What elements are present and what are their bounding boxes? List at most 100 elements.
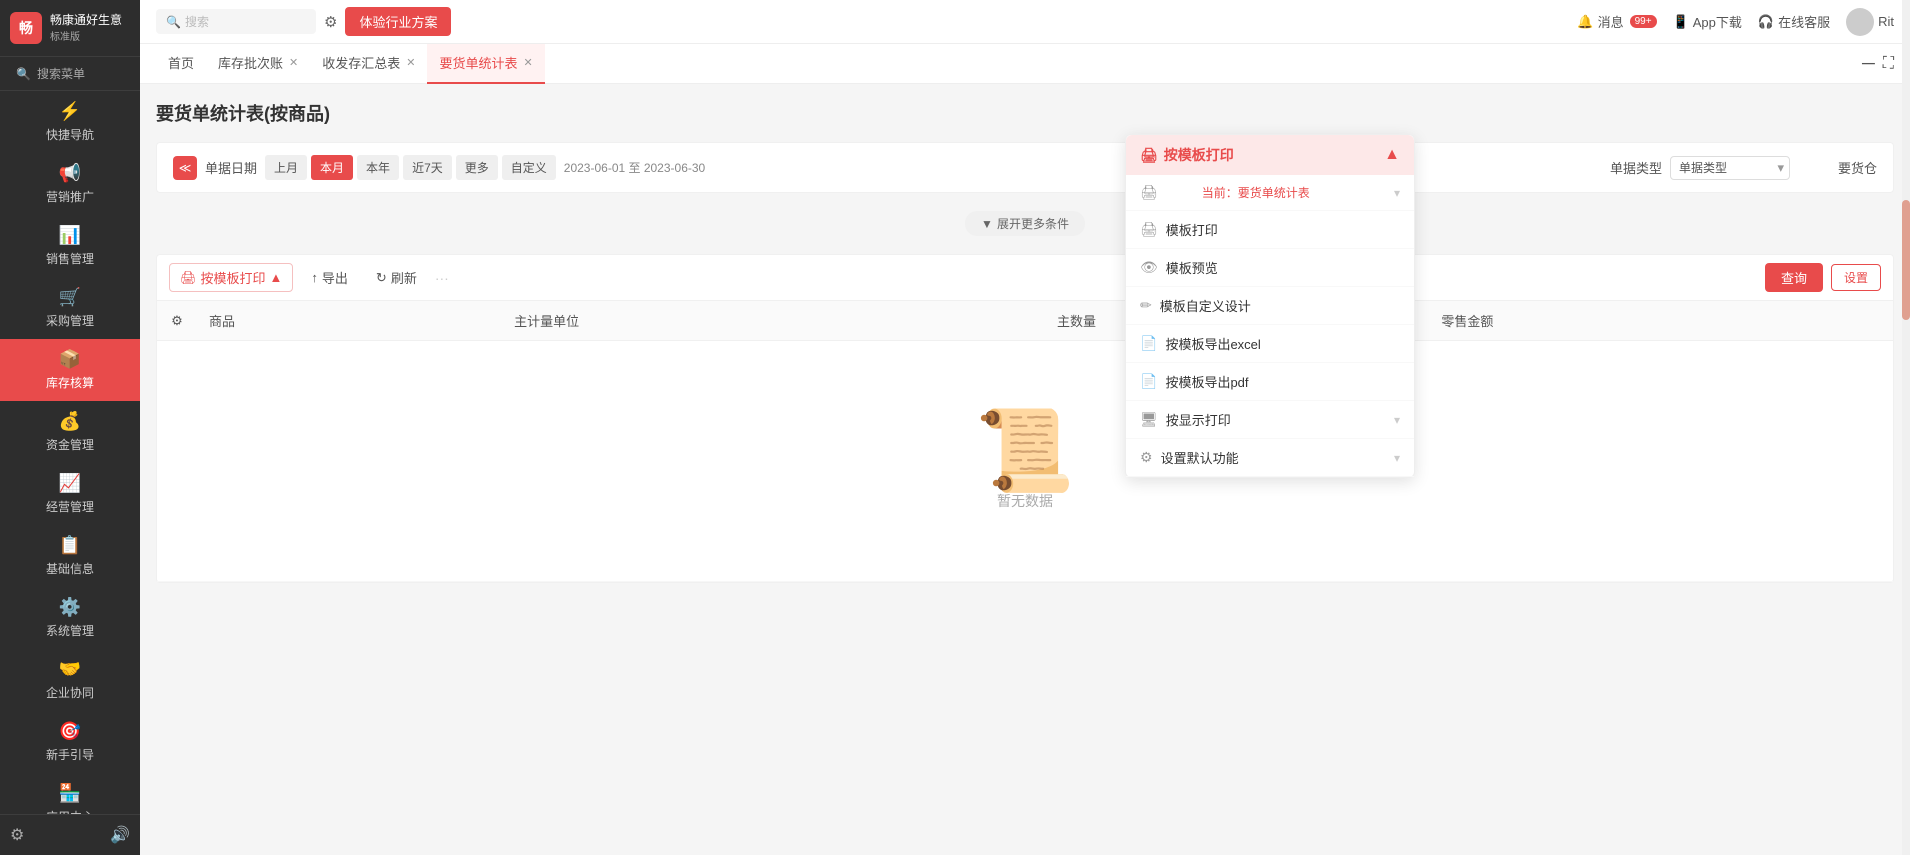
refresh-btn[interactable]: ↻ 刷新 <box>366 264 427 291</box>
sidebar-item-quick-nav[interactable]: ⚡ 快捷导航 <box>0 91 140 153</box>
app-download-item[interactable]: 📱 App下载 <box>1673 12 1742 31</box>
tab-home[interactable]: 首页 <box>156 44 206 84</box>
filter-more-btn[interactable]: 更多 <box>456 155 498 180</box>
display-print-arrow: ▾ <box>1394 413 1400 427</box>
query-btn[interactable]: 查询 <box>1765 263 1823 292</box>
user-avatar <box>1846 8 1874 36</box>
trial-btn[interactable]: 体验行业方案 <box>345 7 451 36</box>
notification-item[interactable]: 🔔 消息 99+ <box>1577 12 1656 31</box>
dropdown-template-print[interactable]: 🖨 模板打印 <box>1126 211 1414 249</box>
scrollbar-thumb[interactable] <box>1902 200 1910 320</box>
tab-inventory-batch-close[interactable]: ✕ <box>289 56 298 69</box>
th-retail: 零售金额 <box>1429 301 1893 341</box>
sidebar-item-operations[interactable]: 📈 经营管理 <box>0 463 140 525</box>
tab-order-stats-close[interactable]: ✕ <box>524 56 533 69</box>
settings-btn[interactable]: 设置 <box>1831 264 1881 291</box>
page-title: 要货单统计表(按商品) <box>156 100 1894 126</box>
refresh-btn-label: 刷新 <box>391 268 417 287</box>
marketing-icon: 📢 <box>59 163 81 184</box>
dropdown-template-custom[interactable]: ✏ 模板自定义设计 <box>1126 287 1414 325</box>
logo-abbr: 畅 <box>19 18 33 38</box>
user-item[interactable]: Rit <box>1846 8 1894 36</box>
dropdown-set-default[interactable]: ⚙ 设置默认功能 ▾ <box>1126 439 1414 477</box>
tab-collection-summary-close[interactable]: ✕ <box>406 56 415 69</box>
set-default-icon: ⚙ <box>1140 449 1153 466</box>
more-actions-icon[interactable]: ··· <box>435 270 449 286</box>
logo-text-group: 畅康通好生意 标准版 <box>50 13 122 44</box>
export-icon: ↑ <box>311 270 318 285</box>
filter-last7days-btn[interactable]: 近7天 <box>403 155 452 180</box>
printer-icon: 🖨 <box>180 270 197 286</box>
sidebar-item-guide[interactable]: 🎯 新手引导 <box>0 711 140 773</box>
logo-text: 畅康通好生意 <box>50 13 122 29</box>
dropdown-display-print[interactable]: 🖥 按显示打印 ▾ <box>1126 401 1414 439</box>
topbar-search-box[interactable]: 🔍 搜索 <box>156 9 316 34</box>
filter-current-month-btn[interactable]: 本月 <box>311 155 353 180</box>
sidebar-item-purchase[interactable]: 🛒 采购管理 <box>0 277 140 339</box>
dropdown-template-preview[interactable]: 👁 模板预览 <box>1126 249 1414 287</box>
sidebar-item-label: 企业协同 <box>46 684 94 701</box>
dropdown-current-template[interactable]: 🖨 当前：要货单统计表 ▾ <box>1126 175 1414 211</box>
sidebar-item-appstore[interactable]: 🏪 应用中心 <box>0 773 140 814</box>
window-expand-btn[interactable]: ⛶ <box>1883 55 1894 73</box>
sidebar-item-inventory[interactable]: 📦 库存核算 <box>0 339 140 401</box>
dropdown-close-btn[interactable]: ▲ <box>1384 146 1400 164</box>
system-icon: ⚙️ <box>59 597 81 618</box>
expand-more-label: 展开更多条件 <box>997 215 1069 232</box>
print-dropdown-title: 按模板打印 <box>1164 145 1234 165</box>
tab-collection-summary[interactable]: 收发存汇总表 ✕ <box>310 44 427 84</box>
sidebar-item-basic[interactable]: 📋 基础信息 <box>0 525 140 587</box>
filter-expand-btn[interactable]: ≪ <box>173 156 197 180</box>
sidebar-item-label: 基础信息 <box>46 560 94 577</box>
tab-inventory-batch[interactable]: 库存批次账 ✕ <box>206 44 310 84</box>
current-template-icon: 🖨 <box>1140 184 1158 201</box>
sidebar-item-sales[interactable]: 📊 销售管理 <box>0 215 140 277</box>
expand-more-btn[interactable]: ▼ 展开更多条件 <box>965 211 1085 236</box>
th-goods: 商品 <box>197 301 502 341</box>
sidebar-item-label: 系统管理 <box>46 622 94 639</box>
audio-bottom-icon[interactable]: 🔊 <box>110 825 130 845</box>
sidebar-item-label: 新手引导 <box>46 746 94 763</box>
refresh-icon: ↻ <box>376 270 387 286</box>
online-service-item[interactable]: 🎧 在线客服 <box>1758 12 1830 31</box>
page-content: 要货单统计表(按商品) ≪ 单据日期 上月 本月 本年 近7天 更多 自定义 2… <box>140 84 1910 855</box>
dropdown-template-excel[interactable]: 📄 按模板导出excel <box>1126 325 1414 363</box>
print-header-icon: 🖨 <box>1140 147 1158 164</box>
filter-prev-month-btn[interactable]: 上月 <box>265 155 307 180</box>
sidebar-item-marketing[interactable]: 📢 营销推广 <box>0 153 140 215</box>
filter-order-type-label: 单据类型 <box>1610 158 1662 177</box>
template-pdf-icon: 📄 <box>1140 373 1157 390</box>
filter-current-year-btn[interactable]: 本年 <box>357 155 399 180</box>
sidebar-item-system[interactable]: ⚙️ 系统管理 <box>0 587 140 649</box>
cooperation-icon: 🤝 <box>59 659 81 680</box>
topbar-gear-icon[interactable]: ⚙ <box>324 13 337 31</box>
settings-bottom-icon[interactable]: ⚙ <box>10 825 24 845</box>
sidebar-item-label: 销售管理 <box>46 250 94 267</box>
th-settings[interactable]: ⚙ <box>157 301 197 341</box>
export-btn[interactable]: ↑ 导出 <box>301 264 358 291</box>
tab-inventory-batch-label: 库存批次账 <box>218 53 283 72</box>
filter-custom-btn[interactable]: 自定义 <box>502 155 556 180</box>
online-service-label: 在线客服 <box>1778 12 1830 31</box>
sidebar-item-label: 资金管理 <box>46 436 94 453</box>
window-minimize-btn[interactable]: ─ <box>1862 53 1875 74</box>
sidebar: 畅 畅康通好生意 标准版 🔍 搜索菜单 ⚡ 快捷导航 📢 营销推广 📊 销售管理… <box>0 0 140 855</box>
logo-icon: 畅 <box>10 12 42 44</box>
tab-order-stats-label: 要货单统计表 <box>439 53 517 72</box>
set-default-label: 设置默认功能 <box>1161 448 1386 467</box>
print-dropdown-header: 🖨 按模板打印 ▲ <box>1126 135 1414 175</box>
tab-order-stats[interactable]: 要货单统计表 ✕ <box>427 44 544 84</box>
filter-order-type-select[interactable]: 单据类型 <box>1670 156 1790 180</box>
sidebar-item-cooperation[interactable]: 🤝 企业协同 <box>0 649 140 711</box>
filter-goods-label: 要货仓 <box>1838 158 1877 177</box>
print-template-btn[interactable]: 🖨 按模板打印 ▲ <box>169 263 293 292</box>
dropdown-header-left: 🖨 按模板打印 <box>1140 145 1234 165</box>
filter-bar: ≪ 单据日期 上月 本月 本年 近7天 更多 自定义 2023-06-01 至 … <box>156 142 1894 193</box>
expand-more-row: ▼ 展开更多条件 <box>156 205 1894 242</box>
purchase-icon: 🛒 <box>59 287 81 308</box>
sidebar-item-finance[interactable]: 💰 资金管理 <box>0 401 140 463</box>
dropdown-template-pdf[interactable]: 📄 按模板导出pdf <box>1126 363 1414 401</box>
table-container: 🖨 按模板打印 ▲ ↑ 导出 ↻ 刷新 ··· 查询 <box>156 254 1894 583</box>
sidebar-search[interactable]: 🔍 搜索菜单 <box>0 57 140 91</box>
template-print-icon: 🖨 <box>1140 221 1158 238</box>
